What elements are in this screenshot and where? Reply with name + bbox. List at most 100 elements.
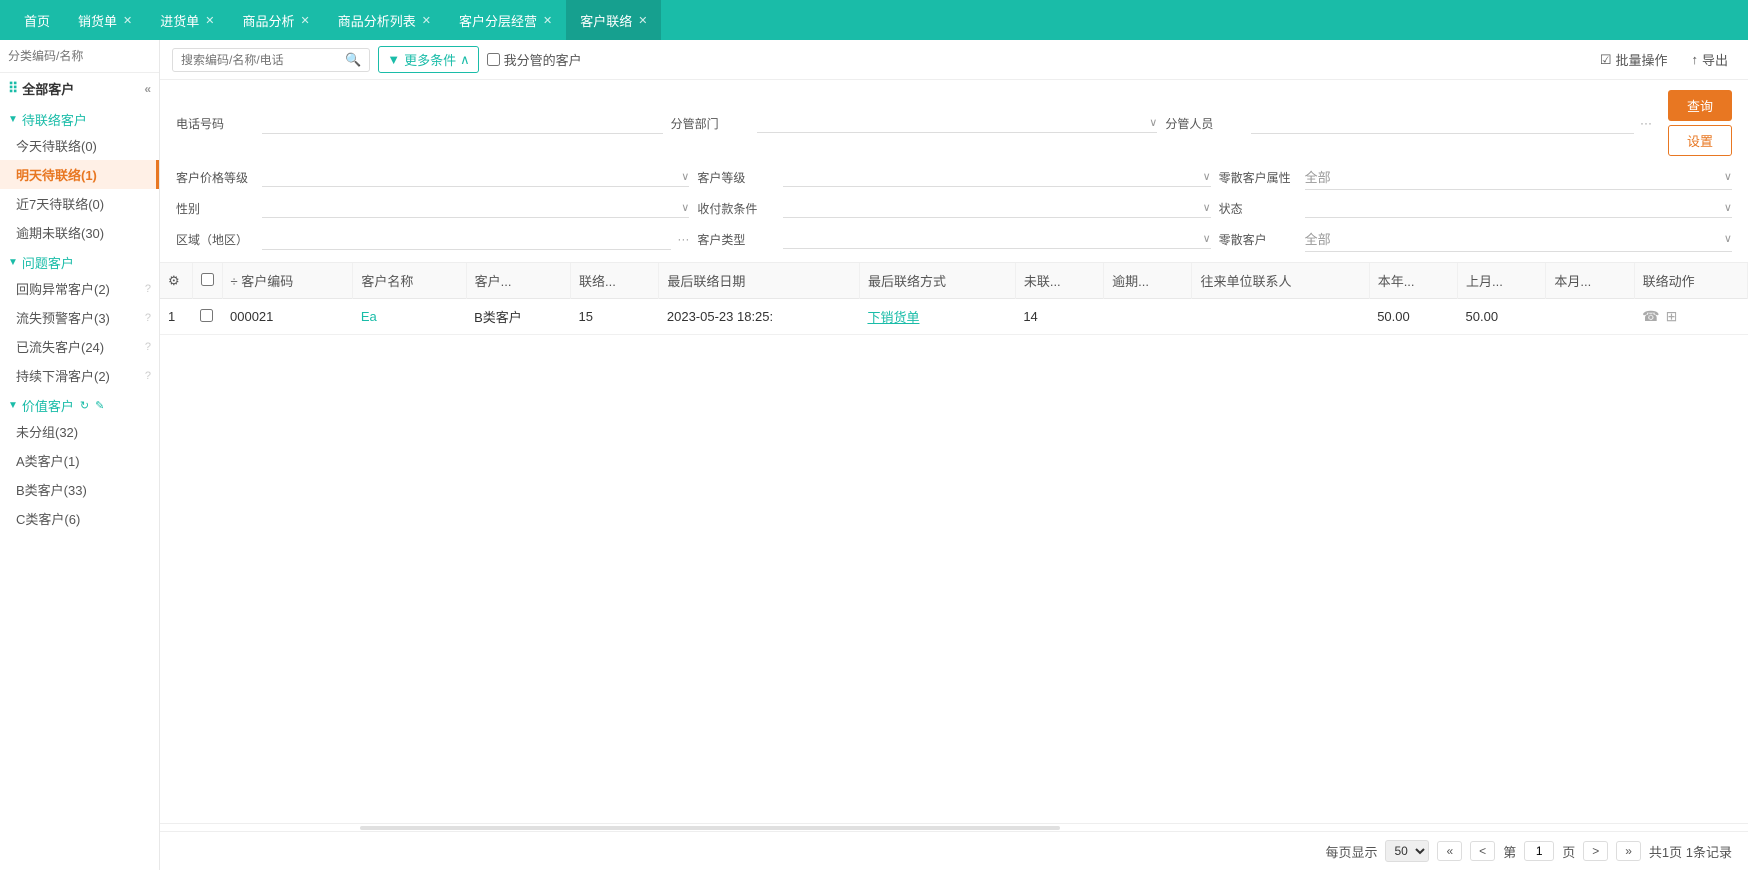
sidebar-item-declining[interactable]: 持续下滑客户(2) ?	[0, 361, 159, 390]
more-dots[interactable]: ···	[677, 232, 689, 246]
th-overdue: 逾期...	[1104, 263, 1192, 299]
more-dots[interactable]: ···	[1640, 116, 1652, 130]
close-icon[interactable]: ✕	[301, 14, 310, 27]
close-icon[interactable]: ✕	[422, 14, 431, 27]
sidebar-all-customers[interactable]: ⠿ 全部客户 «	[0, 73, 159, 104]
close-icon[interactable]: ✕	[638, 14, 647, 27]
export-icon: ↑	[1691, 52, 1698, 67]
filter-gender: 性别 ∨	[176, 198, 689, 218]
grid-icon[interactable]: ⊞	[1666, 308, 1678, 325]
filter-dept: 分管部门 ∨	[671, 113, 1158, 133]
sidebar-item-7days[interactable]: 近7天待联络(0)	[0, 189, 159, 218]
th-settings[interactable]: ⚙	[160, 263, 192, 299]
sidebar-item-churned[interactable]: 已流失客户(24) ?	[0, 332, 159, 361]
sidebar-item-today[interactable]: 今天待联络(0)	[0, 131, 159, 160]
th-name: 客户名称	[353, 263, 466, 299]
filter-row-1: 电话号码 分管部门 ∨ 分管人员 ··· 查询 设置	[176, 90, 1732, 156]
nav-customer-contact[interactable]: 客户联络 ✕	[566, 0, 661, 40]
search-input[interactable]	[181, 53, 341, 67]
nav-customer-segment[interactable]: 客户分层经营 ✕	[445, 0, 566, 40]
filter-customer-level: 客户等级 ∨	[697, 167, 1210, 187]
triangle-icon: ▼	[8, 114, 18, 125]
td-last-month: 50.00	[1458, 299, 1546, 335]
triangle-icon: ▼	[8, 257, 18, 268]
td-actions: ☎ ⊞	[1634, 299, 1747, 335]
sidebar-item-churn-warning[interactable]: 流失预警客户(3) ?	[0, 303, 159, 332]
dept-select[interactable]: ∨	[757, 113, 1158, 133]
table-area: ⚙ ÷ 客户编码 客户名称 客户...	[160, 263, 1748, 823]
td-name[interactable]: Ea	[353, 299, 466, 335]
price-level-select[interactable]: ∨	[262, 167, 689, 187]
person-input[interactable]	[1251, 113, 1634, 134]
close-icon[interactable]: ✕	[123, 14, 132, 27]
retail-attr-select[interactable]: 全部 ∨	[1305, 164, 1732, 190]
status-select[interactable]: ∨	[1305, 198, 1732, 218]
th-this-year: 本年...	[1369, 263, 1457, 299]
filter-btn[interactable]: ▼ 更多条件 ∧	[378, 46, 478, 73]
td-code: 000021	[222, 299, 353, 335]
td-last-contact-method[interactable]: 下销货单	[859, 299, 1015, 335]
td-this-month	[1546, 299, 1634, 335]
th-last-month: 上月...	[1458, 263, 1546, 299]
close-icon[interactable]: ✕	[543, 14, 552, 27]
th-uncontacted: 未联...	[1015, 263, 1103, 299]
select-all-checkbox[interactable]	[201, 273, 214, 286]
action-buttons: 查询 设置	[1668, 90, 1732, 156]
row-checkbox[interactable]	[200, 309, 213, 322]
refresh-icon[interactable]: ↻	[80, 399, 89, 412]
main-layout: 🔍 ⠿ 全部客户 « ▼ 待联络客户 今天待联络(0) 明天待联络(1) 近7天…	[0, 40, 1748, 870]
customer-type-select[interactable]: ∨	[783, 229, 1210, 249]
filter-row-2: 客户价格等级 ∨ 客户等级 ∨ 零散客户属性 全部	[176, 164, 1732, 190]
search-icon[interactable]: 🔍	[345, 52, 361, 68]
filter-customer-type: 客户类型 ∨	[697, 229, 1210, 249]
first-page-btn[interactable]: «	[1437, 841, 1462, 861]
th-checkbox[interactable]	[192, 263, 222, 299]
sidebar-item-class-a[interactable]: A类客户(1)	[0, 446, 159, 475]
th-last-contact-method: 最后联络方式	[859, 263, 1015, 299]
next-page-btn[interactable]: >	[1583, 841, 1608, 861]
my-customers-checkbox[interactable]	[487, 53, 500, 66]
nav-purchase[interactable]: 进货单 ✕	[146, 0, 228, 40]
sidebar-item-class-c[interactable]: C类客户(6)	[0, 504, 159, 533]
export-btn[interactable]: ↑ 导出	[1683, 47, 1736, 72]
last-page-btn[interactable]: »	[1616, 841, 1641, 861]
td-checkbox[interactable]	[192, 299, 222, 335]
nav-sales[interactable]: 销货单 ✕	[64, 0, 146, 40]
per-page-select[interactable]: 50	[1385, 840, 1429, 862]
phone-input[interactable]	[262, 113, 663, 134]
scrollbar-track[interactable]	[360, 826, 1060, 830]
prev-page-btn[interactable]: <	[1470, 841, 1495, 861]
th-contact-count: 联络...	[571, 263, 659, 299]
sidebar-search-input[interactable]	[8, 49, 160, 63]
sidebar-item-ungrouped[interactable]: 未分组(32)	[0, 417, 159, 446]
gender-select[interactable]: ∨	[262, 198, 689, 218]
region-input[interactable]	[262, 229, 671, 250]
phone-icon[interactable]: ☎	[1642, 308, 1659, 325]
sidebar-item-overdue[interactable]: 逾期未联络(30)	[0, 218, 159, 247]
customer-level-select[interactable]: ∨	[783, 167, 1210, 187]
payment-select[interactable]: ∨	[783, 198, 1210, 218]
content-area: 🔍 ▼ 更多条件 ∧ 我分管的客户 ☑ 批量操作 ↑ 导出	[160, 40, 1748, 870]
batch-btn[interactable]: ☑ 批量操作	[1592, 47, 1676, 72]
settings-icon[interactable]: ⚙	[168, 273, 180, 288]
nav-home[interactable]: 首页	[10, 0, 64, 40]
sidebar-item-class-b[interactable]: B类客户(33)	[0, 475, 159, 504]
page-input[interactable]	[1524, 841, 1554, 861]
td-this-year: 50.00	[1369, 299, 1457, 335]
nav-product-analysis[interactable]: 商品分析 ✕	[228, 0, 323, 40]
filter-panel: 电话号码 分管部门 ∨ 分管人员 ··· 查询 设置	[160, 80, 1748, 263]
chevron-down-icon: ∨	[1724, 201, 1732, 214]
edit-icon[interactable]: ✎	[95, 399, 104, 412]
nav-product-analysis-list[interactable]: 商品分析列表 ✕	[324, 0, 445, 40]
help-icon: ?	[145, 341, 151, 353]
close-icon[interactable]: ✕	[205, 14, 214, 27]
sidebar-item-abnormal[interactable]: 回购异常客户(2) ?	[0, 274, 159, 303]
sidebar-item-tomorrow[interactable]: 明天待联络(1)	[0, 160, 159, 189]
help-icon: ?	[145, 283, 151, 295]
retail-customer-select[interactable]: 全部 ∨	[1305, 226, 1732, 252]
query-button[interactable]: 查询	[1668, 90, 1732, 121]
settings-button[interactable]: 设置	[1668, 125, 1732, 156]
my-customers-checkbox-area[interactable]: 我分管的客户	[487, 50, 582, 69]
triangle-icon: ▼	[8, 400, 18, 411]
filter-retail-customer: 零散客户 全部 ∨	[1219, 226, 1732, 252]
